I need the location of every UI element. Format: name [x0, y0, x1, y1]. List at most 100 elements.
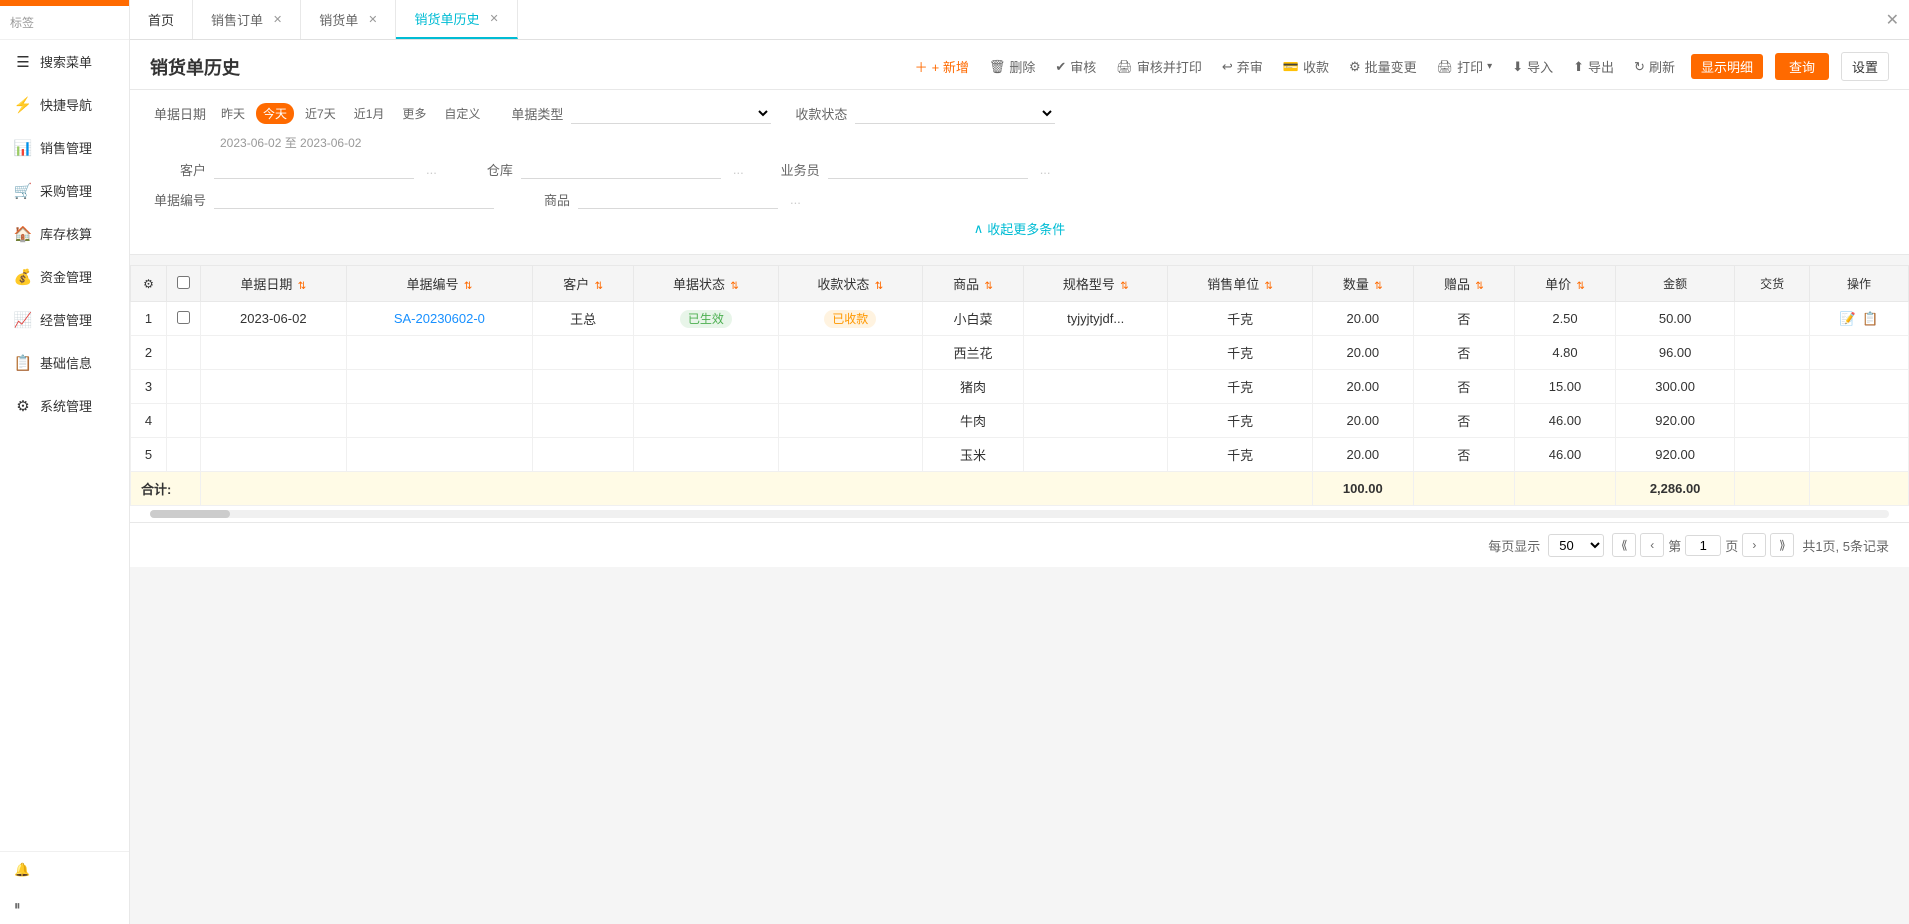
col-header-doc-no[interactable]: 单据编号 ⇅ — [346, 266, 533, 302]
prev-page-button[interactable]: ‹ — [1640, 533, 1664, 557]
new-button[interactable]: ＋ + 新增 — [911, 55, 973, 78]
show-detail-button[interactable]: 显示明细 — [1691, 54, 1763, 79]
salesperson-input[interactable] — [828, 159, 1028, 179]
col-header-unit[interactable]: 销售单位 ⇅ — [1168, 266, 1312, 302]
sidebar-bottom-notification[interactable]: 🔔 — [0, 852, 129, 888]
tab-sales-order[interactable]: 销售订单 ✕ — [193, 0, 301, 39]
col-header-spec[interactable]: 规格型号 ⇅ — [1024, 266, 1168, 302]
tab-sales-history[interactable]: 销货单历史 ✕ — [396, 0, 517, 39]
tab-sales-delivery[interactable]: 销货单 ✕ — [301, 0, 396, 39]
abandon-button[interactable]: ↩ 弃审 — [1218, 55, 1267, 78]
col-header-checkbox[interactable] — [167, 266, 201, 302]
collapse-button[interactable]: ∧ 收起更多条件 — [974, 219, 1066, 238]
date-btn-custom[interactable]: 自定义 — [437, 103, 487, 124]
audit-button[interactable]: ✔ 审核 — [1051, 55, 1100, 78]
sort-customer-icon: ⇅ — [595, 281, 603, 292]
date-btn-today[interactable]: 今天 — [256, 103, 294, 124]
col-header-goods[interactable]: 商品 ⇅ — [922, 266, 1023, 302]
window-close-button[interactable]: ✕ — [1886, 12, 1899, 29]
cell-collect-status: 已收款 — [778, 302, 922, 336]
table-row[interactable]: 12023-06-02SA-20230602-0王总已生效已收款小白菜tyjyj… — [131, 302, 1909, 336]
cell-ops[interactable] — [1810, 438, 1909, 472]
export-button[interactable]: ⬆ 导出 — [1569, 55, 1618, 78]
print-button[interactable]: 🖨 打印 ▾ — [1433, 55, 1497, 78]
collect-status-select[interactable] — [855, 102, 1055, 124]
customer-input[interactable] — [214, 159, 414, 179]
cell-cb[interactable] — [167, 438, 201, 472]
col-header-doc-date[interactable]: 单据日期 ⇅ — [201, 266, 347, 302]
tab-home[interactable]: 首页 — [130, 0, 193, 39]
horizontal-scrollbar[interactable] — [150, 510, 1889, 518]
scroll-thumb[interactable] — [150, 510, 230, 518]
table-row[interactable]: 4牛肉千克20.00否46.00920.00 — [131, 404, 1909, 438]
cell-cb[interactable] — [167, 302, 201, 336]
doc-type-select[interactable] — [571, 102, 771, 124]
tab-sales-history-close[interactable]: ✕ — [490, 12, 499, 25]
col-header-gift[interactable]: 赠品 ⇅ — [1413, 266, 1514, 302]
col-header-qty[interactable]: 数量 ⇅ — [1312, 266, 1413, 302]
first-page-button[interactable]: ⟪ — [1612, 533, 1636, 557]
col-header-price[interactable]: 单价 ⇅ — [1514, 266, 1615, 302]
sidebar-item-search-menu[interactable]: ☰ 搜索菜单 — [0, 40, 129, 83]
sidebar-item-quick-nav[interactable]: ⚡ 快捷导航 — [0, 83, 129, 126]
sidebar-item-sys-mgmt[interactable]: ⚙ 系统管理 — [0, 384, 129, 427]
cell-ops[interactable] — [1810, 336, 1909, 370]
last-page-button[interactable]: ⟫ — [1770, 533, 1794, 557]
cell-unit: 千克 — [1168, 370, 1312, 404]
sidebar-item-purchase-mgmt[interactable]: 🛒 采购管理 — [0, 169, 129, 212]
sidebar-item-inventory[interactable]: 🏠 库存核算 — [0, 212, 129, 255]
import-button[interactable]: ⬇ 导入 — [1508, 55, 1557, 78]
sidebar-bottom-pause[interactable]: ⏸ — [0, 888, 129, 924]
col-header-collect-status[interactable]: 收款状态 ⇅ — [778, 266, 922, 302]
customer-dots[interactable]: ... — [426, 162, 437, 177]
table-row[interactable]: 5玉米千克20.00否46.00920.00 — [131, 438, 1909, 472]
header-checkbox[interactable] — [177, 276, 190, 289]
goods-input[interactable] — [578, 189, 778, 209]
cell-unit: 千克 — [1168, 404, 1312, 438]
sidebar-item-sales-mgmt[interactable]: 📊 销售管理 — [0, 126, 129, 169]
audit-print-button[interactable]: 🖨 审核并打印 — [1112, 55, 1206, 78]
next-page-button[interactable]: › — [1742, 533, 1766, 557]
query-button[interactable]: 查询 — [1775, 53, 1829, 80]
col-header-doc-status[interactable]: 单据状态 ⇅ — [634, 266, 778, 302]
table-row[interactable]: 3猪肉千克20.00否15.00300.00 — [131, 370, 1909, 404]
batch-change-button[interactable]: ⚙ 批量变更 — [1345, 55, 1421, 78]
sidebar-item-finance-mgmt[interactable]: 💰 资金管理 — [0, 255, 129, 298]
cell-goods: 牛肉 — [922, 404, 1023, 438]
refresh-button[interactable]: ↻ 刷新 — [1630, 55, 1679, 78]
tab-sales-order-close[interactable]: ✕ — [273, 13, 282, 26]
page-number-input[interactable] — [1685, 535, 1721, 556]
cell-ops[interactable] — [1810, 370, 1909, 404]
col-header-settings[interactable]: ⚙ — [131, 266, 167, 302]
col-header-amount[interactable]: 金额 — [1616, 266, 1735, 302]
cell-cb[interactable] — [167, 370, 201, 404]
col-header-transaction[interactable]: 交货 — [1735, 266, 1810, 302]
warehouse-dots[interactable]: ... — [733, 162, 744, 177]
cell-cb[interactable] — [167, 404, 201, 438]
delete-button[interactable]: 🗑 删除 — [985, 55, 1040, 78]
goods-dots[interactable]: ... — [790, 192, 801, 207]
warehouse-input[interactable] — [521, 159, 721, 179]
sidebar-item-label: 库存核算 — [40, 224, 92, 243]
sidebar-item-basic-info[interactable]: 📋 基础信息 — [0, 341, 129, 384]
cell-ops[interactable] — [1810, 404, 1909, 438]
date-btn-more[interactable]: 更多 — [395, 103, 433, 124]
col-header-customer[interactable]: 客户 ⇅ — [533, 266, 634, 302]
ops-detail[interactable]: 📋 — [1862, 311, 1878, 326]
col-header-ops[interactable]: 操作 — [1810, 266, 1909, 302]
date-btn-1month[interactable]: 近1月 — [347, 103, 392, 124]
tab-sales-delivery-close[interactable]: ✕ — [368, 13, 377, 26]
salesperson-dots[interactable]: ... — [1040, 162, 1051, 177]
settings-button[interactable]: 设置 — [1841, 52, 1889, 81]
cell-ops[interactable]: 📝📋 — [1810, 302, 1909, 336]
ops-edit[interactable]: 📝 — [1840, 311, 1856, 326]
date-btn-7days[interactable]: 近7天 — [298, 103, 343, 124]
collect-button[interactable]: 💳 收款 — [1279, 55, 1333, 78]
row-checkbox[interactable] — [177, 311, 190, 324]
sidebar-item-ops-mgmt[interactable]: 📈 经营管理 — [0, 298, 129, 341]
date-btn-yesterday[interactable]: 昨天 — [214, 103, 252, 124]
table-row[interactable]: 2西兰花千克20.00否4.8096.00 — [131, 336, 1909, 370]
cell-cb[interactable] — [167, 336, 201, 370]
page-size-select[interactable]: 50 100 200 — [1548, 534, 1604, 557]
docno-input[interactable] — [214, 189, 494, 209]
